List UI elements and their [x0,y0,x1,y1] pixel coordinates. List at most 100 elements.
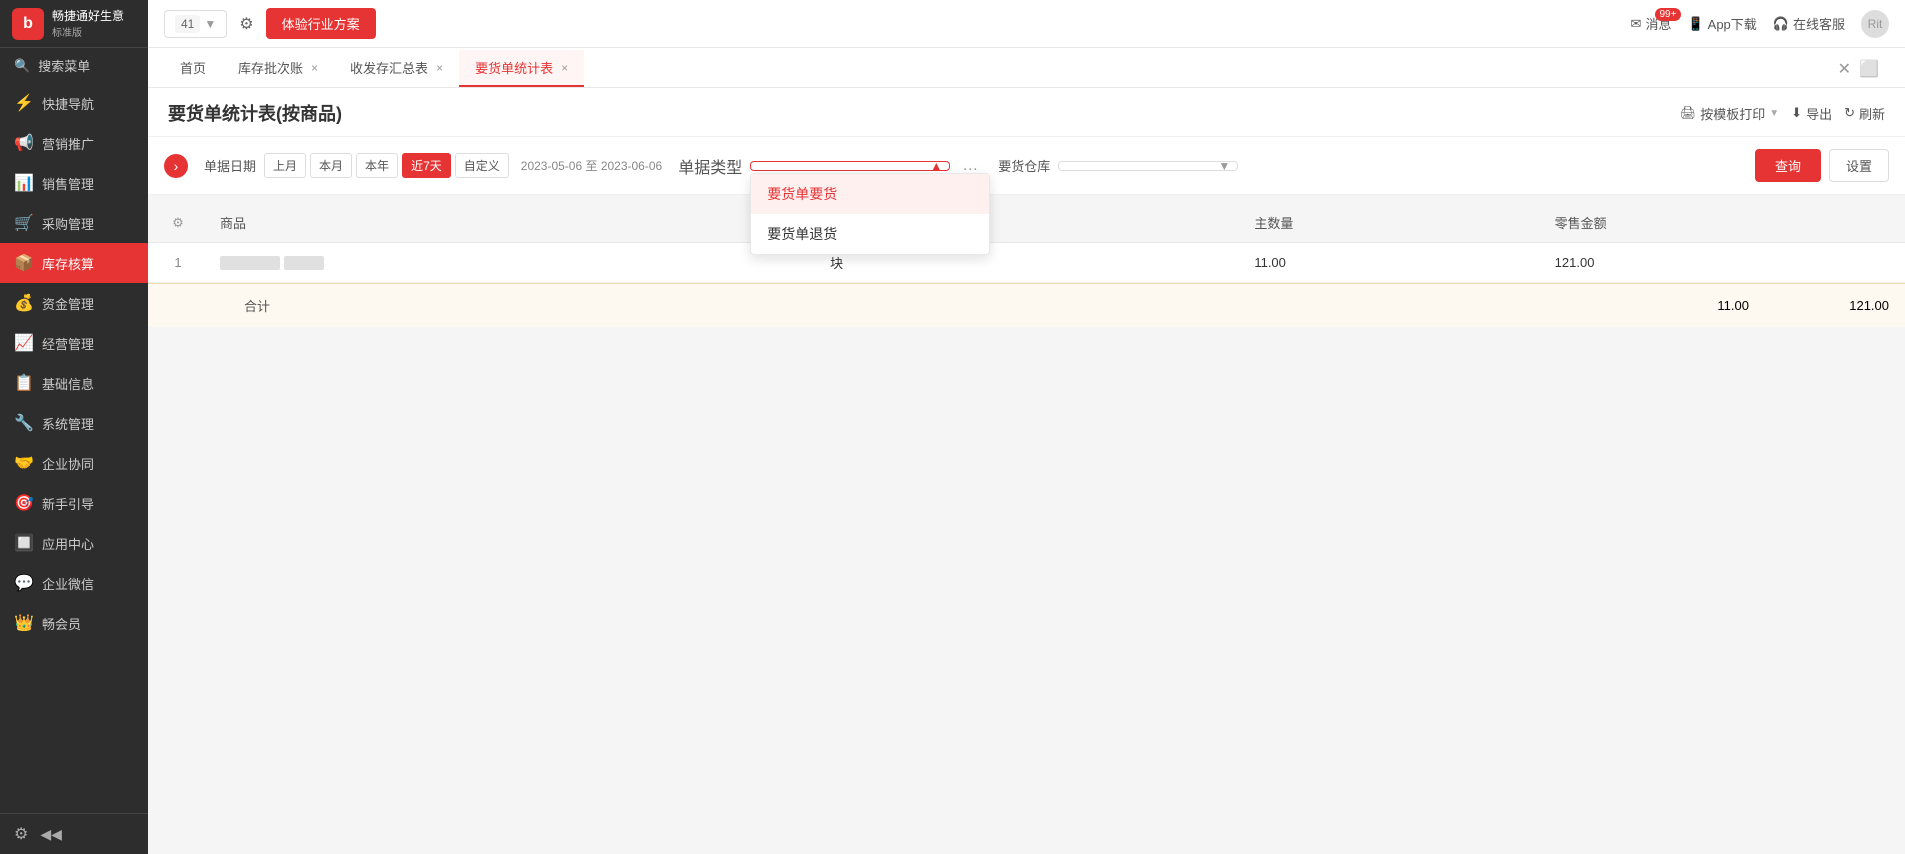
sidebar-item-finance[interactable]: 💰 资金管理 [0,283,148,323]
footer-label: 合计 [244,296,284,315]
sidebar-item-sales[interactable]: 📊 销售管理 [0,163,148,203]
sidebar-item-appstore[interactable]: 🔲 应用中心 [0,523,148,563]
topbar-gear-button[interactable]: ⚙ [235,10,257,38]
headset-icon: 🎧 [1773,16,1789,32]
close-all-icon[interactable]: ✕ [1838,59,1851,79]
sidebar-item-label: 营销推广 [42,134,94,153]
cell-product [208,243,818,283]
sidebar-item-label: 新手引导 [42,494,94,513]
app-name: 畅捷通好生意 [52,8,124,25]
quick-nav-icon: ⚡ [14,93,34,113]
sidebar-item-operations[interactable]: 📈 经营管理 [0,323,148,363]
page-title: 要货单统计表(按商品) [168,100,342,126]
wechat-icon: 💬 [14,573,34,593]
type-filter-label: 单据类型 [678,154,742,178]
main-area: 41 ▼ ⚙ 体验行业方案 ✉ 消息 99+ 📱 App下载 🎧 在线客服 Ri… [148,0,1905,854]
product-cell [220,256,806,270]
page-header: 要货单统计表(按商品) 🖨 按模板打印 ▼ ⬇ 导出 ↻ 刷新 [148,88,1905,137]
chevron-down-icon: ▼ [204,17,216,31]
filter-date-group: 单据日期 上月 本月 本年 近7天 自定义 2023-05-06 至 2023-… [204,153,662,178]
sidebar-item-purchase[interactable]: 🛒 采购管理 [0,203,148,243]
industry-btn[interactable]: 体验行业方案 [266,8,376,39]
th-amount: 零售金额 [1543,203,1905,243]
tab-order-stat-close[interactable]: × [561,61,568,75]
maximize-icon[interactable]: ⬜ [1859,59,1879,79]
th-product: 商品 [208,203,818,243]
footer-quantity: 11.00 [1629,298,1749,313]
sidebar-search[interactable]: 🔍 搜索菜单 [0,48,148,83]
sidebar-item-membership[interactable]: 👑 畅会员 [0,603,148,643]
company-num: 41 [175,15,200,33]
operations-icon: 📈 [14,333,34,353]
sidebar-item-label: 企业协同 [42,454,94,473]
date-btn-7days[interactable]: 近7天 [402,153,451,178]
online-service-btn[interactable]: 🎧 在线客服 [1773,14,1845,33]
filter-bar: › 单据日期 上月 本月 本年 近7天 自定义 2023-05-06 至 202… [148,137,1905,195]
settings-button[interactable]: 设置 [1829,149,1889,182]
sidebar: b 畅捷通好生意 标准版 🔍 搜索菜单 ⚡ 快捷导航 📢 营销推广 📊 销售管理… [0,0,148,854]
print-icon: 🖨 [1680,105,1697,121]
basic-info-icon: 📋 [14,373,34,393]
cell-quantity: 11.00 [1242,243,1542,283]
sidebar-item-inventory[interactable]: 📦 库存核算 [0,243,148,283]
date-btn-this-year[interactable]: 本年 [356,153,398,178]
sidebar-item-marketing[interactable]: 📢 营销推广 [0,123,148,163]
app-download-btn[interactable]: 📱 App下载 [1687,14,1756,33]
tab-receivable-label: 收发存汇总表 [350,58,428,77]
table-settings-icon[interactable]: ⚙ [172,215,184,230]
refresh-btn[interactable]: ↻ 刷新 [1844,104,1885,123]
th-index: ⚙ [148,203,208,243]
tab-batch-account[interactable]: 库存批次账 × [222,50,334,87]
message-btn[interactable]: ✉ 消息 99+ [1631,14,1672,33]
type-select[interactable] [750,161,950,171]
print-dropdown-icon: ▼ [1769,108,1779,119]
tab-receivable-close[interactable]: × [436,61,443,75]
tab-home[interactable]: 首页 [164,50,222,87]
tab-receivable[interactable]: 收发存汇总表 × [334,50,459,87]
sidebar-item-wechat[interactable]: 💬 企业微信 [0,563,148,603]
sidebar-item-label: 销售管理 [42,174,94,193]
message-badge: 99+ [1655,8,1682,21]
query-button[interactable]: 查询 [1755,149,1821,182]
date-btn-group: 上月 本月 本年 近7天 自定义 [264,153,509,178]
footer-amount: 121.00 [1769,298,1889,313]
sidebar-item-label: 基础信息 [42,374,94,393]
dropdown-option-requisition[interactable]: 要货单要货 [751,174,989,214]
sidebar-settings-icon[interactable]: ⚙ [14,824,28,844]
filter-expand-btn[interactable]: › [164,154,188,178]
type-filter-more[interactable]: … [958,157,982,175]
tab-order-stat[interactable]: 要货单统计表 × [459,50,584,87]
sidebar-item-system[interactable]: 🔧 系统管理 [0,403,148,443]
avatar-text: Rit [1868,17,1883,31]
sidebar-search-label: 搜索菜单 [38,56,90,75]
sidebar-item-enterprise[interactable]: 🤝 企业协同 [0,443,148,483]
sales-icon: 📊 [14,173,34,193]
filter-type-group: 单据类型 ▲ 要货单要货 要货单退货 … [678,154,982,178]
company-selector[interactable]: 41 ▼ [164,10,227,38]
print-btn[interactable]: 🖨 按模板打印 ▼ [1680,104,1779,123]
date-btn-this-month[interactable]: 本月 [310,153,352,178]
warehouse-select[interactable] [1058,161,1238,171]
dropdown-option-return[interactable]: 要货单退货 [751,214,989,254]
tab-order-stat-label: 要货单统计表 [475,58,553,77]
sidebar-item-guide[interactable]: 🎯 新手引导 [0,483,148,523]
date-btn-last-month[interactable]: 上月 [264,153,306,178]
filter-warehouse-group: 要货仓库 ▼ [998,156,1238,175]
sidebar-item-basic-info[interactable]: 📋 基础信息 [0,363,148,403]
sidebar-item-label: 库存核算 [42,254,94,273]
enterprise-icon: 🤝 [14,453,34,473]
finance-icon: 💰 [14,293,34,313]
tab-batch-account-close[interactable]: × [311,61,318,75]
sidebar-item-label: 资金管理 [42,294,94,313]
cell-amount: 121.00 [1543,243,1905,283]
topbar-right: ✉ 消息 99+ 📱 App下载 🎧 在线客服 Rit [1631,10,1889,38]
product-bar-2 [284,256,324,270]
sidebar-item-label: 系统管理 [42,414,94,433]
type-select-container: ▲ 要货单要货 要货单退货 [750,161,950,171]
sidebar-item-quick-nav[interactable]: ⚡ 快捷导航 [0,83,148,123]
filter-action-btns: 查询 设置 [1755,149,1889,182]
avatar[interactable]: Rit [1861,10,1889,38]
export-btn[interactable]: ⬇ 导出 [1791,104,1832,123]
date-btn-custom[interactable]: 自定义 [455,153,509,178]
sidebar-collapse-icon[interactable]: ◀◀ [40,826,62,843]
